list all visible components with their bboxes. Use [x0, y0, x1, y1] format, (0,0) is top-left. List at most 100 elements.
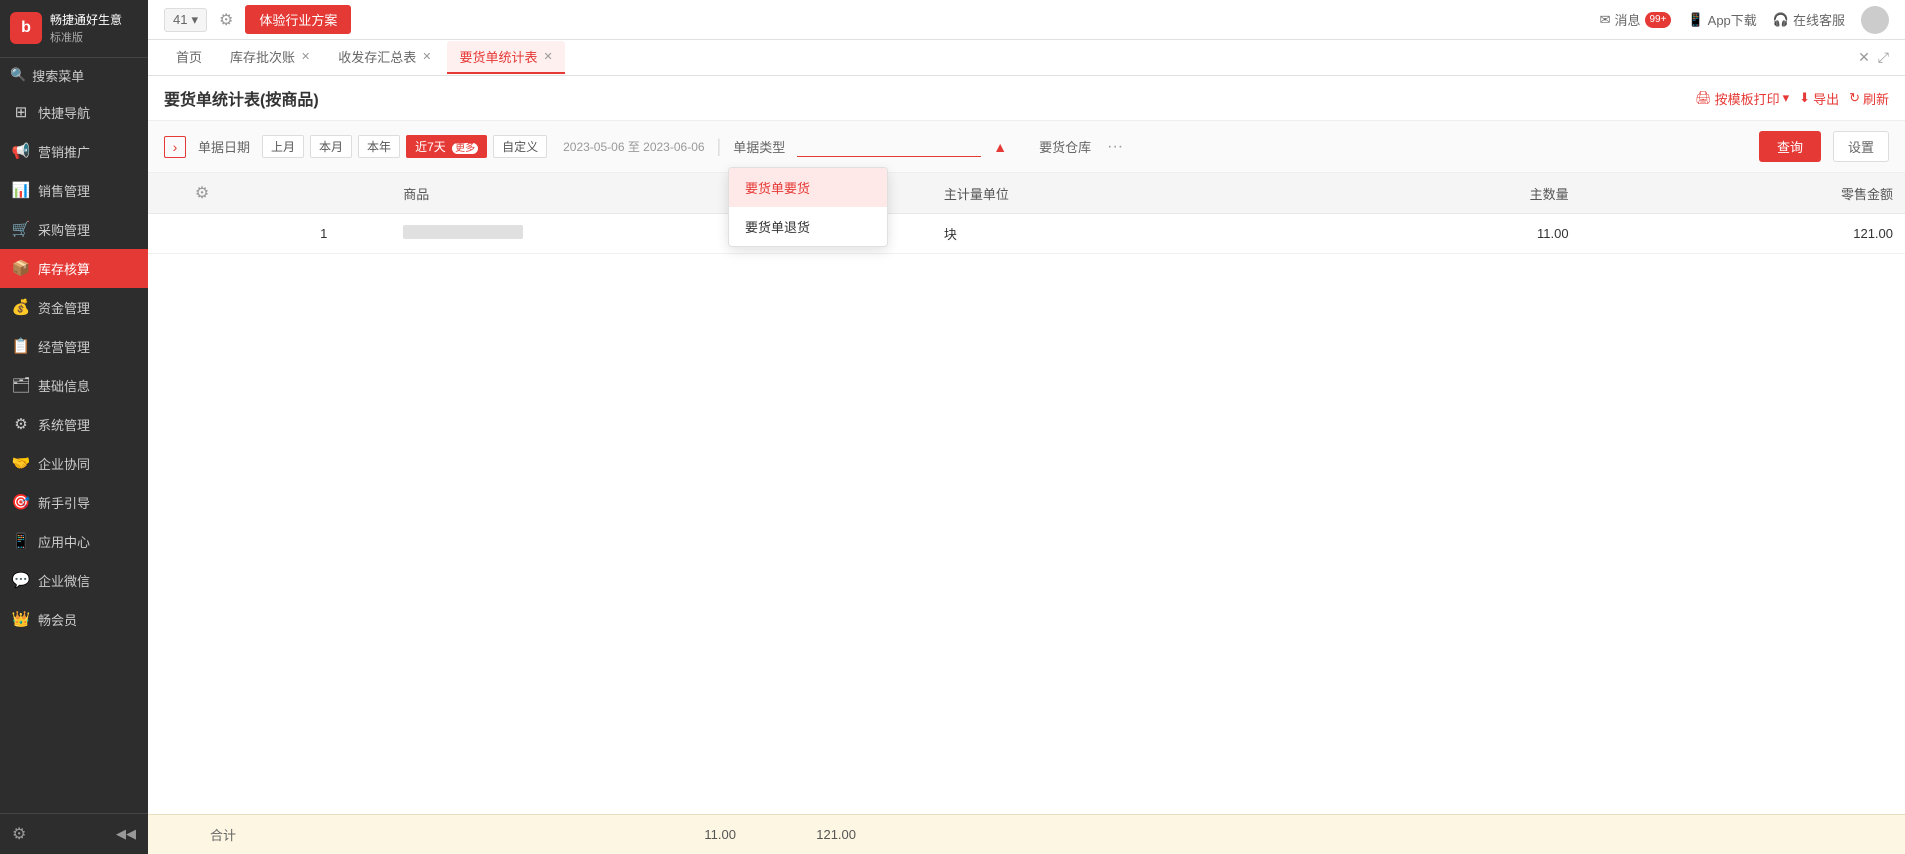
warehouse-label: 要货仓库 — [1039, 137, 1091, 156]
quick-nav-icon: ⊞ — [12, 103, 30, 121]
headset-icon: 🎧 — [1773, 12, 1789, 28]
app-download-btn[interactable]: 📱 App下载 — [1687, 10, 1756, 29]
type-input[interactable] — [797, 137, 981, 157]
sidebar-item-app-center[interactable]: 📱 应用中心 — [0, 522, 148, 561]
product-placeholder — [403, 225, 523, 239]
sidebar-item-label: 企业协同 — [38, 454, 90, 473]
table-settings-icon[interactable]: ⚙ — [195, 185, 209, 202]
message-icon: ✉ — [1600, 12, 1611, 28]
sidebar-item-inventory[interactable]: 📦 库存核算 — [0, 249, 148, 288]
settings-btn[interactable]: 设置 — [1833, 131, 1889, 162]
sidebar-item-label: 资金管理 — [38, 298, 90, 317]
row-unit-cell: 块 — [932, 214, 1256, 254]
date-custom-btn[interactable]: 自定义 — [493, 135, 547, 158]
col-settings-header: ⚙ — [148, 173, 256, 214]
chevron-down-icon: ▾ — [1783, 90, 1790, 106]
date-buttons: 上月 本月 本年 近7天 更多 自定义 — [262, 135, 547, 158]
sidebar-item-basic[interactable]: 🗂 基础信息 — [0, 366, 148, 405]
dropdown-item-order-return[interactable]: 要货单退货 — [729, 207, 887, 246]
tab-close-icon[interactable]: ✕ — [301, 50, 310, 63]
tab-home-label: 首页 — [176, 47, 202, 66]
sidebar-item-purchase[interactable]: 🛒 采购管理 — [0, 210, 148, 249]
sidebar-collapse-btn[interactable]: ◀◀ — [116, 826, 136, 842]
inventory-icon: 📦 — [12, 259, 30, 277]
print-label: 按模板打印 — [1715, 89, 1780, 108]
sidebar-item-label: 库存核算 — [38, 259, 90, 278]
sidebar-item-enterprise[interactable]: 🤝 企业协同 — [0, 444, 148, 483]
filter-expand-btn[interactable]: › — [164, 136, 186, 158]
guide-icon: 🎯 — [12, 493, 30, 511]
date-curr-month-btn[interactable]: 本月 — [310, 135, 352, 158]
search-label: 搜索菜单 — [32, 66, 84, 85]
search-menu[interactable]: 🔍 搜索菜单 — [0, 58, 148, 93]
tab-receive-summary[interactable]: 收发存汇总表 ✕ — [326, 41, 443, 74]
tab-stock-batch[interactable]: 库存批次账 ✕ — [218, 41, 322, 74]
sidebar-item-quick-nav[interactable]: ⊞ 快捷导航 — [0, 93, 148, 132]
header-left: 41 ▾ ⚙ 体验行业方案 — [164, 5, 351, 34]
table-area: ⚙ 商品 主计量单位 主数量 零售金额 1 — [148, 173, 1905, 814]
date-year-btn[interactable]: 本年 — [358, 135, 400, 158]
query-btn[interactable]: 查询 — [1759, 131, 1821, 162]
expand-icon[interactable]: ⤢ — [1878, 49, 1889, 66]
sidebar-item-member[interactable]: 👑 畅会员 — [0, 600, 148, 639]
tab-close-icon[interactable]: ✕ — [544, 50, 553, 63]
marketing-icon: 📢 — [12, 142, 30, 160]
trial-btn[interactable]: 体验行业方案 — [245, 5, 351, 34]
sidebar-item-label: 企业微信 — [38, 571, 90, 590]
refresh-label: 刷新 — [1863, 89, 1889, 108]
sidebar-settings-btn[interactable]: ⚙ — [12, 824, 26, 844]
dropdown-item-order-goods[interactable]: 要货单要货 — [729, 168, 887, 207]
sidebar-item-label: 畅会员 — [38, 610, 77, 629]
sidebar-item-marketing[interactable]: 📢 营销推广 — [0, 132, 148, 171]
sidebar-header: b 畅捷通好生意 标准版 — [0, 0, 148, 58]
sidebar-item-operations[interactable]: 📋 经营管理 — [0, 327, 148, 366]
sidebar-item-guide[interactable]: 🎯 新手引导 — [0, 483, 148, 522]
online-service-label: 在线客服 — [1793, 10, 1845, 29]
tab-close-icon[interactable]: ✕ — [422, 50, 431, 63]
store-selector[interactable]: 41 ▾ — [164, 8, 207, 32]
filter-more-icon[interactable]: ··· — [1107, 138, 1123, 156]
title-actions: 🖨 按模板打印 ▾ ⬇ 导出 ↻ 刷新 — [1695, 89, 1889, 108]
sidebar-item-label: 销售管理 — [38, 181, 90, 200]
sidebar-item-sales[interactable]: 📊 销售管理 — [0, 171, 148, 210]
col-qty-header: 主数量 — [1256, 173, 1580, 214]
filter-bar: › 单据日期 上月 本月 本年 近7天 更多 自定义 2023-05-06 至 … — [148, 121, 1905, 173]
enterprise-icon: 🤝 — [12, 454, 30, 472]
sidebar-item-wechat[interactable]: 💬 企业微信 — [0, 561, 148, 600]
data-table: ⚙ 商品 主计量单位 主数量 零售金额 1 — [148, 173, 1905, 254]
sidebar-item-system[interactable]: ⚙ 系统管理 — [0, 405, 148, 444]
date-7days-btn[interactable]: 近7天 更多 — [406, 135, 487, 158]
sidebar-item-label: 营销推广 — [38, 142, 90, 161]
store-number: 41 — [173, 12, 187, 27]
messages-btn[interactable]: ✉ 消息 99+ — [1600, 10, 1672, 29]
brand-info: 畅捷通好生意 标准版 — [50, 12, 122, 45]
row-amount-cell: 121.00 — [1581, 214, 1905, 254]
sidebar-item-finance[interactable]: 💰 资金管理 — [0, 288, 148, 327]
date-label: 单据日期 — [198, 137, 250, 156]
tab-label: 要货单统计表 — [459, 47, 537, 66]
user-avatar[interactable] — [1861, 6, 1889, 34]
print-template-btn[interactable]: 🖨 按模板打印 ▾ — [1695, 89, 1789, 108]
close-window-icon[interactable]: ✕ — [1858, 49, 1870, 66]
col-unit-header: 主计量单位 — [932, 173, 1256, 214]
purchase-icon: 🛒 — [12, 220, 30, 238]
date-range-display: 2023-05-06 至 2023-06-06 — [563, 138, 704, 155]
table-footer: 合计 11.00 121.00 — [148, 814, 1905, 854]
top-header: 41 ▾ ⚙ 体验行业方案 ✉ 消息 99+ 📱 App下载 🎧 在线客服 — [148, 0, 1905, 40]
date-prev-month-btn[interactable]: 上月 — [262, 135, 304, 158]
table-header-row: ⚙ 商品 主计量单位 主数量 零售金额 — [148, 173, 1905, 214]
export-btn[interactable]: ⬇ 导出 — [1799, 89, 1839, 108]
type-dropdown-icon[interactable]: ▲ — [993, 139, 1007, 155]
sidebar-nav: ⊞ 快捷导航 📢 营销推广 📊 销售管理 🛒 采购管理 📦 库存核算 💰 资金管… — [0, 93, 148, 813]
type-label: 单据类型 — [733, 137, 785, 156]
online-service-btn[interactable]: 🎧 在线客服 — [1773, 10, 1845, 29]
print-icon: 🖨 — [1695, 90, 1712, 106]
tab-bar: 首页 库存批次账 ✕ 收发存汇总表 ✕ 要货单统计表 ✕ ✕ ⤢ — [148, 40, 1905, 76]
sidebar-item-label: 经营管理 — [38, 337, 90, 356]
tab-home[interactable]: 首页 — [164, 41, 214, 74]
refresh-btn[interactable]: ↻ 刷新 — [1849, 89, 1889, 108]
table-row: 1 块 11.00 121.00 — [148, 214, 1905, 254]
settings-icon[interactable]: ⚙ — [219, 10, 233, 30]
tab-order-stats[interactable]: 要货单统计表 ✕ — [447, 41, 564, 74]
page-title-bar: 要货单统计表(按商品) 🖨 按模板打印 ▾ ⬇ 导出 ↻ 刷新 — [148, 76, 1905, 121]
